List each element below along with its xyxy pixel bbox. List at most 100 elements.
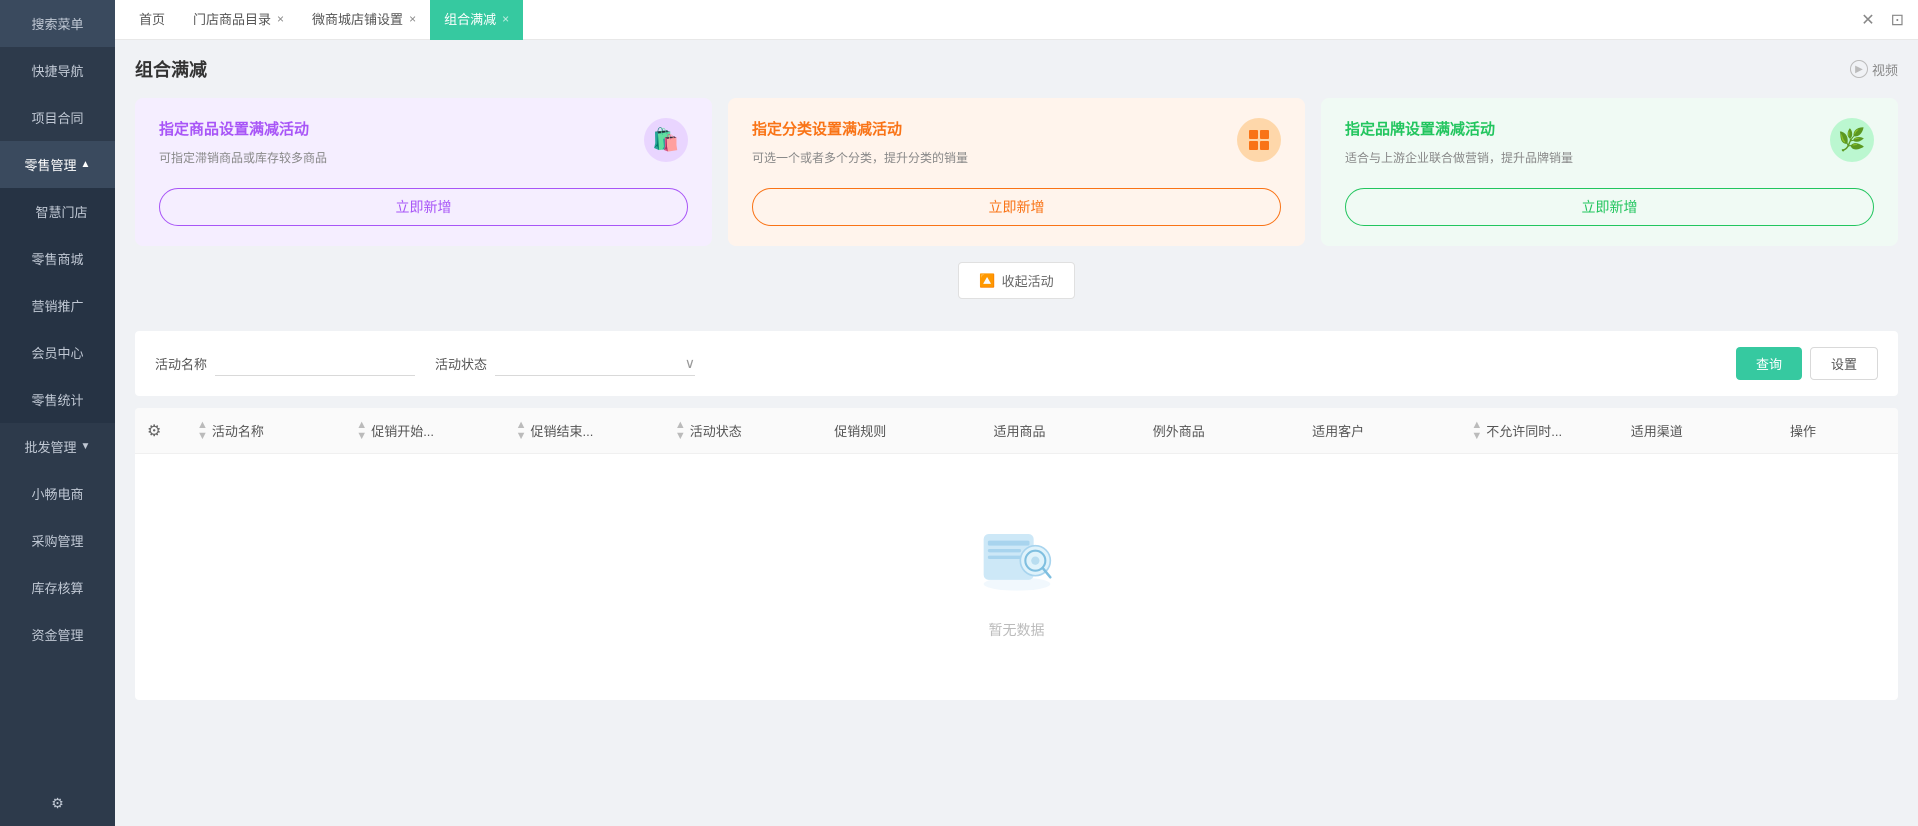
sidebar-item-retail-mgmt[interactable]: 零售管理 ▲ — [0, 141, 115, 188]
query-btn[interactable]: 查询 — [1736, 347, 1802, 380]
close-window-btn[interactable]: ✕ — [1857, 6, 1878, 34]
sidebar-item-member-center[interactable]: 会员中心 — [0, 329, 115, 376]
page-title: 组合满减 — [135, 56, 207, 82]
video-btn[interactable]: ▶ 视频 — [1850, 60, 1898, 79]
th-promo-end: ▲▼ 促销结束... — [504, 410, 663, 452]
tab-label: 门店商品目录 — [193, 9, 271, 28]
sort-icon[interactable]: ▲▼ — [356, 420, 367, 442]
tab-combo-discount[interactable]: 组合满减 × — [430, 0, 523, 40]
card-category-title: 指定分类设置满减活动 — [752, 118, 1281, 139]
sidebar-settings-btn[interactable]: ⚙ — [0, 781, 115, 826]
sidebar-item-label: 会员中心 — [31, 343, 83, 362]
sidebar-item-search-menu[interactable]: 搜索菜单 — [0, 0, 115, 47]
empty-state: 暂无数据 — [135, 454, 1898, 700]
filter-buttons: 查询 设置 — [1736, 347, 1878, 380]
table-header: ⚙ ▲▼ 活动名称 ▲▼ 促销开始... ▲▼ 促销结束... ▲▼ 活动状态 — [135, 408, 1898, 454]
th-applicable-goods: 适用商品 — [982, 411, 1141, 450]
tab-close-icon[interactable]: × — [277, 12, 284, 26]
sidebar-item-label: 小畅电商 — [31, 484, 83, 503]
content-area: 组合满减 ▶ 视频 🛍️ 指定商品设置满减活动 可指定滞销商品或库存较多商品 立… — [115, 40, 1918, 826]
sidebar-item-label: 智慧门店 — [35, 202, 87, 221]
card-category: 指定分类设置满减活动 可选一个或者多个分类，提升分类的销量 立即新增 — [728, 98, 1305, 246]
video-label: 视频 — [1872, 60, 1898, 79]
tab-wechat-store-settings[interactable]: 微商城店铺设置 × — [298, 0, 430, 40]
activity-status-select[interactable] — [495, 352, 695, 376]
sidebar-item-label: 资金管理 — [31, 625, 83, 644]
card-brand-title: 指定品牌设置满减活动 — [1345, 118, 1874, 139]
th-activity-status: ▲▼ 活动状态 — [663, 410, 822, 452]
sidebar-item-label: 库存核算 — [31, 578, 83, 597]
sort-icon[interactable]: ▲▼ — [675, 420, 686, 442]
tabs-bar: 首页 门店商品目录 × 微商城店铺设置 × 组合满减 × ✕ ⊡ — [115, 0, 1918, 40]
card-category-icon — [1237, 118, 1281, 162]
sidebar-item-label: 快捷导航 — [31, 61, 83, 80]
maximize-window-btn[interactable]: ⊡ — [1887, 6, 1908, 34]
sidebar-item-marketing[interactable]: 营销推广 — [0, 282, 115, 329]
sidebar-item-retail-stats[interactable]: 零售统计 — [0, 376, 115, 423]
th-activity-name: ▲▼ 活动名称 — [185, 410, 344, 452]
settings-btn[interactable]: 设置 — [1810, 347, 1878, 380]
card-brand-desc: 适合与上游企业联合做营销，提升品牌销量 — [1345, 149, 1874, 168]
play-icon: ▶ — [1850, 60, 1868, 78]
main-area: 首页 门店商品目录 × 微商城店铺设置 × 组合满减 × ✕ ⊡ 组合满减 ▶ … — [115, 0, 1918, 826]
sidebar-item-project-contract[interactable]: 项目合同 — [0, 94, 115, 141]
tab-label: 组合满减 — [444, 9, 496, 28]
sidebar-item-quick-nav[interactable]: 快捷导航 — [0, 47, 115, 94]
tab-label: 首页 — [139, 9, 165, 28]
activity-status-label: 活动状态 — [435, 354, 487, 373]
filter-bar: 活动名称 活动状态 ∨ 查询 设置 — [135, 331, 1898, 396]
sort-icon[interactable]: ▲▼ — [1471, 420, 1482, 442]
collapse-activities-btn[interactable]: 🔼 收起活动 — [958, 262, 1074, 299]
cards-section: 🛍️ 指定商品设置满减活动 可指定滞销商品或库存较多商品 立即新增 指定分类设置… — [135, 98, 1898, 246]
tab-close-icon[interactable]: × — [409, 12, 416, 26]
th-promo-rule: 促销规则 — [822, 411, 981, 450]
tab-label: 微商城店铺设置 — [312, 9, 403, 28]
table-settings-icon[interactable]: ⚙ — [135, 411, 185, 451]
sidebar-item-xiaochangec[interactable]: 小畅电商 — [0, 470, 115, 517]
filter-activity-name: 活动名称 — [155, 352, 415, 376]
tab-store-catalog[interactable]: 门店商品目录 × — [179, 0, 298, 40]
th-exception-goods: 例外商品 — [1141, 411, 1300, 450]
sidebar-item-retail-mall[interactable]: 零售商城 — [0, 235, 115, 282]
card-product-add-btn[interactable]: 立即新增 — [159, 188, 688, 226]
page-header: 组合满减 ▶ 视频 — [135, 56, 1898, 82]
activity-name-label: 活动名称 — [155, 354, 207, 373]
th-promo-start: ▲▼ 促销开始... — [344, 410, 503, 452]
sort-icon[interactable]: ▲▼ — [516, 420, 527, 442]
sidebar-item-label: 项目合同 — [31, 108, 83, 127]
tab-close-icon[interactable]: × — [502, 12, 509, 26]
card-product-icon: 🛍️ — [644, 118, 688, 162]
empty-text: 暂无数据 — [989, 620, 1045, 640]
card-brand-add-btn[interactable]: 立即新增 — [1345, 188, 1874, 226]
card-product: 🛍️ 指定商品设置满减活动 可指定滞销商品或库存较多商品 立即新增 — [135, 98, 712, 246]
sidebar: 搜索菜单 快捷导航 项目合同 零售管理 ▲ 智慧门店 零售商城 营销推广 会员中… — [0, 0, 115, 826]
sidebar-item-label: 采购管理 — [31, 531, 83, 550]
sidebar-item-label: 零售统计 — [31, 390, 83, 409]
sidebar-item-inventory-settle[interactable]: 库存核算 — [0, 564, 115, 611]
th-operation: 操作 — [1778, 411, 1898, 450]
sidebar-item-label: 零售商城 — [31, 249, 83, 268]
sidebar-item-purchase-mgmt[interactable]: 采购管理 — [0, 517, 115, 564]
th-applicable-channel: 适用渠道 — [1619, 411, 1778, 450]
filter-activity-status: 活动状态 ∨ — [435, 352, 695, 376]
collapse-label: 收起活动 — [1002, 271, 1054, 290]
th-applicable-customer: 适用客户 — [1300, 411, 1459, 450]
sidebar-item-wholesale-mgmt[interactable]: 批发管理 ▼ — [0, 423, 115, 470]
sidebar-item-smart-store[interactable]: 智慧门店 — [0, 188, 115, 235]
card-product-title: 指定商品设置满减活动 — [159, 118, 688, 139]
chevron-up-icon: ▲ — [81, 159, 91, 170]
sidebar-item-label: 零售管理 — [25, 155, 77, 174]
sidebar-item-label: 批发管理 — [25, 437, 77, 456]
tab-home[interactable]: 首页 — [125, 0, 179, 40]
chevron-up-icon: 🔼 — [979, 273, 995, 289]
activity-name-input[interactable] — [215, 352, 415, 376]
th-no-concurrent: ▲▼ 不允许同时... — [1459, 410, 1618, 452]
sort-icon[interactable]: ▲▼ — [197, 420, 208, 442]
sidebar-item-capital-mgmt[interactable]: 资金管理 — [0, 611, 115, 658]
card-brand-icon: 🌿 — [1830, 118, 1874, 162]
card-category-add-btn[interactable]: 立即新增 — [752, 188, 1281, 226]
gear-icon: ⚙ — [51, 795, 64, 811]
card-brand: 🌿 指定品牌设置满减活动 适合与上游企业联合做营销，提升品牌销量 立即新增 — [1321, 98, 1898, 246]
chevron-down-icon: ▼ — [81, 441, 91, 452]
table-container: ⚙ ▲▼ 活动名称 ▲▼ 促销开始... ▲▼ 促销结束... ▲▼ 活动状态 — [135, 408, 1898, 700]
